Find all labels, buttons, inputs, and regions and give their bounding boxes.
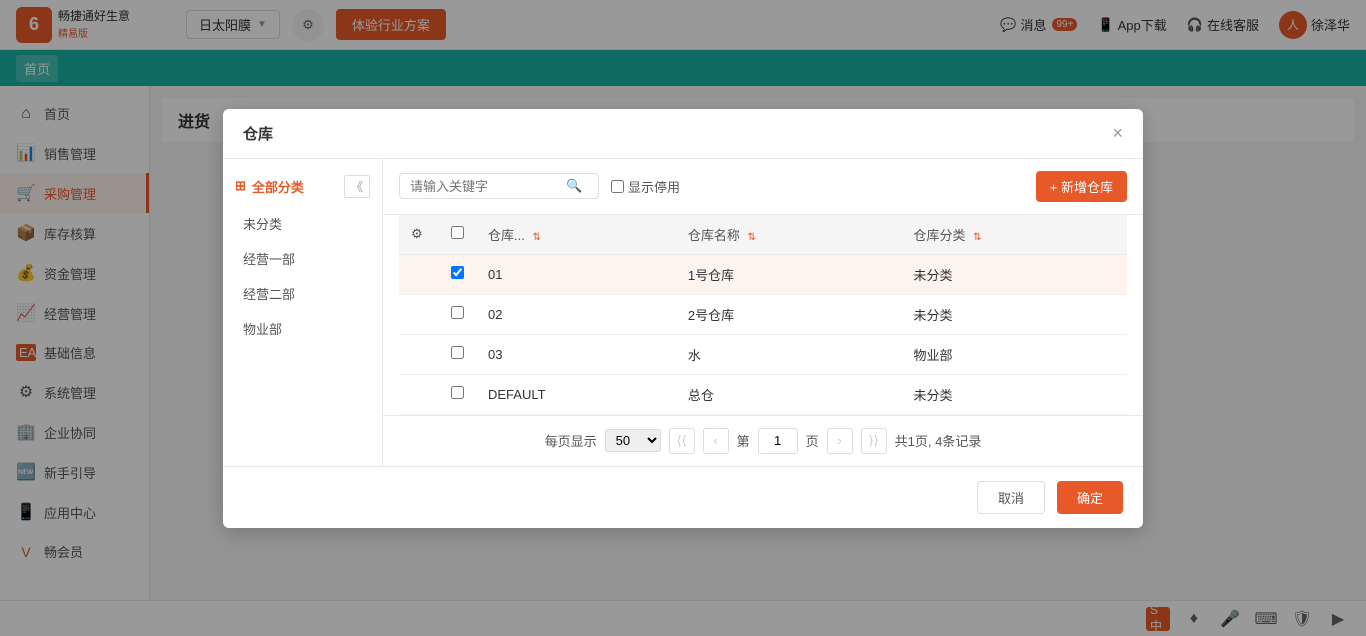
pagination: 每页显示 50 20 100 ⟨⟨ ‹ 第 页 › ⟩⟩ 共1页, 4条记录 (383, 415, 1143, 466)
row-settings (399, 334, 439, 374)
confirm-button[interactable]: 确定 (1057, 481, 1123, 514)
col-checkbox (439, 215, 476, 255)
modal-footer: 取消 确定 (223, 466, 1143, 528)
col-category-label: 仓库分类 (913, 228, 965, 243)
row-name: 2号仓库 (676, 294, 902, 334)
collapse-button[interactable]: 《 (344, 175, 370, 198)
modal-overlay: 仓库 × ⊞ 全部分类 《 未分类 经营一部 (0, 0, 1366, 636)
table-row[interactable]: 03水物业部 (399, 334, 1127, 374)
row-code: 01 (476, 254, 676, 294)
category-label-ops1: 经营一部 (243, 252, 295, 267)
col-name-label: 仓库名称 (688, 228, 740, 243)
row-checkbox-cell[interactable] (439, 294, 476, 334)
show-disabled-checkbox[interactable] (611, 180, 624, 193)
row-checkbox-cell[interactable] (439, 374, 476, 414)
table-row[interactable]: 011号仓库未分类 (399, 254, 1127, 294)
page-label-after: 页 (806, 431, 819, 450)
table-row[interactable]: 022号仓库未分类 (399, 294, 1127, 334)
last-page-button[interactable]: ⟩⟩ (861, 428, 887, 454)
cancel-button[interactable]: 取消 (977, 481, 1045, 514)
category-item-property[interactable]: 物业部 (223, 311, 382, 346)
add-warehouse-button[interactable]: + 新增仓库 (1036, 171, 1127, 202)
row-settings (399, 254, 439, 294)
modal-header: 仓库 × (223, 109, 1143, 159)
warehouse-modal: 仓库 × ⊞ 全部分类 《 未分类 经营一部 (223, 109, 1143, 528)
page-number-input[interactable] (758, 428, 798, 454)
modal-body: ⊞ 全部分类 《 未分类 经营一部 经营二部 物业部 (223, 159, 1143, 466)
row-category: 未分类 (901, 294, 1127, 334)
toolbar: 🔍 显示停用 + 新增仓库 (383, 159, 1143, 215)
show-disabled-text: 显示停用 (628, 177, 680, 196)
row-code: 02 (476, 294, 676, 334)
right-panel: 🔍 显示停用 + 新增仓库 ⚙ (383, 159, 1143, 466)
category-item-ops2[interactable]: 经营二部 (223, 276, 382, 311)
table-header-row: ⚙ 仓库... ⇅ 仓库名称 ⇅ (399, 215, 1127, 255)
category-item-unclassified[interactable]: 未分类 (223, 206, 382, 241)
category-all[interactable]: ⊞ 全部分类 (235, 177, 304, 196)
modal-title: 仓库 (243, 123, 273, 144)
warehouse-table: ⚙ 仓库... ⇅ 仓库名称 ⇅ (399, 215, 1127, 415)
row-select-checkbox[interactable] (451, 346, 464, 359)
col-code-label: 仓库... (488, 228, 525, 243)
category-item-ops1[interactable]: 经营一部 (223, 241, 382, 276)
prev-page-button[interactable]: ‹ (703, 428, 729, 454)
row-category: 未分类 (901, 254, 1127, 294)
row-select-checkbox[interactable] (451, 386, 464, 399)
per-page-select[interactable]: 50 20 100 (605, 429, 661, 452)
row-category: 未分类 (901, 374, 1127, 414)
row-code: 03 (476, 334, 676, 374)
close-icon[interactable]: × (1112, 123, 1123, 144)
next-page-button[interactable]: › (827, 428, 853, 454)
total-info: 共1页, 4条记录 (895, 431, 982, 450)
first-page-button[interactable]: ⟨⟨ (669, 428, 695, 454)
col-code: 仓库... ⇅ (476, 215, 676, 255)
row-name: 水 (676, 334, 902, 374)
col-category: 仓库分类 ⇅ (901, 215, 1127, 255)
row-category: 物业部 (901, 334, 1127, 374)
col-name-sort-icon: ⇅ (748, 232, 756, 243)
category-panel: ⊞ 全部分类 《 未分类 经营一部 经营二部 物业部 (223, 159, 383, 466)
select-all-checkbox[interactable] (451, 226, 464, 239)
category-label-unclassified: 未分类 (243, 217, 282, 232)
per-page-label: 每页显示 (545, 431, 597, 450)
table-row[interactable]: DEFAULT总仓未分类 (399, 374, 1127, 414)
col-settings: ⚙ (399, 215, 439, 255)
col-name: 仓库名称 ⇅ (676, 215, 902, 255)
row-settings (399, 374, 439, 414)
row-code: DEFAULT (476, 374, 676, 414)
page-label-before: 第 (737, 431, 750, 450)
row-checkbox-cell[interactable] (439, 254, 476, 294)
search-icon: 🔍 (566, 178, 582, 194)
search-input[interactable] (410, 179, 560, 194)
table-area: ⚙ 仓库... ⇅ 仓库名称 ⇅ (383, 215, 1143, 415)
search-box: 🔍 (399, 173, 599, 199)
row-name: 总仓 (676, 374, 902, 414)
grid-icon: ⊞ (235, 178, 246, 194)
category-label-ops2: 经营二部 (243, 287, 295, 302)
category-label-property: 物业部 (243, 322, 282, 337)
row-settings (399, 294, 439, 334)
row-select-checkbox[interactable] (451, 266, 464, 279)
show-disabled-label[interactable]: 显示停用 (611, 177, 680, 196)
col-category-sort-icon: ⇅ (973, 232, 981, 243)
category-header: ⊞ 全部分类 《 (223, 167, 382, 206)
row-checkbox-cell[interactable] (439, 334, 476, 374)
col-code-sort-icon: ⇅ (532, 232, 540, 243)
row-name: 1号仓库 (676, 254, 902, 294)
row-select-checkbox[interactable] (451, 306, 464, 319)
category-all-label: 全部分类 (252, 177, 304, 196)
